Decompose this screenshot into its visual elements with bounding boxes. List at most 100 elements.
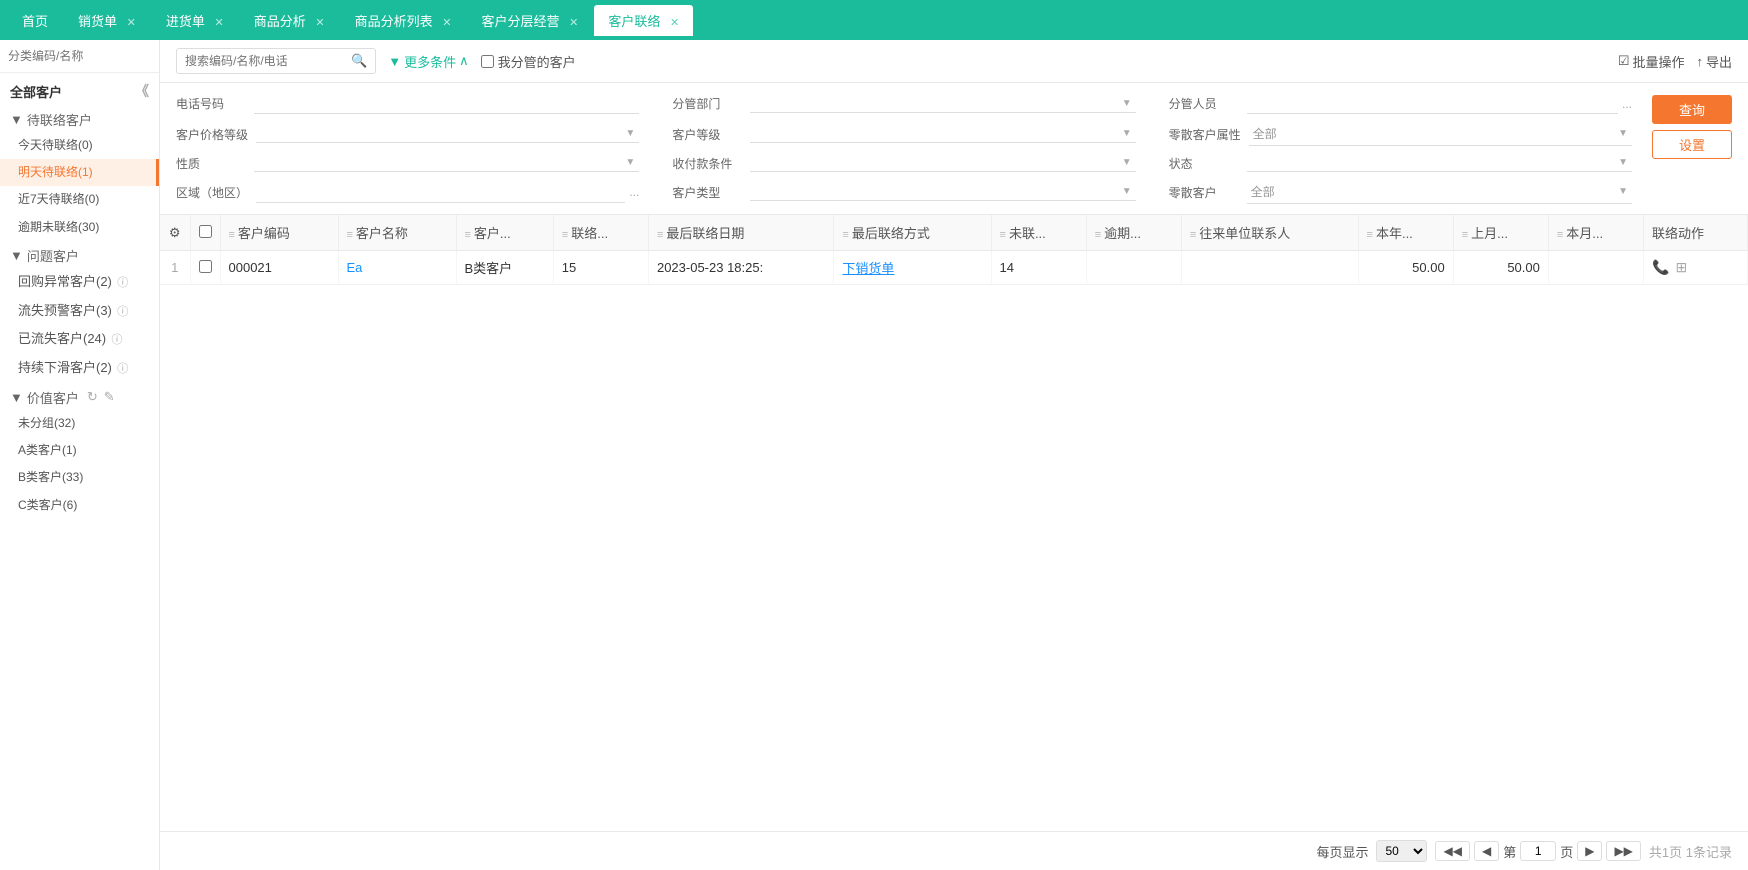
row-checkbox-cell[interactable] [190, 251, 220, 285]
phone-action-icon[interactable]: 📞 [1652, 259, 1669, 276]
group-pending-contact[interactable]: ▼ 待联络客户 [0, 105, 159, 132]
close-customer-contact-tab[interactable]: ✕ [670, 17, 679, 29]
close-product-analysis-list-tab[interactable]: ✕ [442, 17, 451, 29]
close-customer-tier-tab[interactable]: ✕ [569, 17, 578, 29]
sidebar-item-tomorrow-pending[interactable]: 明天待联络(1) [0, 159, 159, 186]
main-layout: 🔍 全部客户 《 ▼ 待联络客户 今天待联络(0) 明天待联络(1) 近7天待联… [0, 40, 1748, 870]
filter-customer-type: 客户类型 ▼ [672, 183, 1135, 201]
nav-customer-contact[interactable]: 客户联络 ✕ [594, 5, 693, 36]
last-page-button[interactable]: ▶▶ [1606, 841, 1640, 861]
col-last-method[interactable]: ≡最后联络方式 [834, 215, 991, 251]
row-overdue [1086, 251, 1181, 285]
phone-input[interactable] [254, 93, 639, 114]
col-contact-count[interactable]: ≡联络... [553, 215, 648, 251]
payment-select[interactable]: ▼ [750, 154, 1135, 172]
sidebar-item-today-pending[interactable]: 今天待联络(0) [0, 132, 159, 159]
retail-attr-select[interactable]: 全部 ▼ [1249, 122, 1632, 146]
sidebar-search-input[interactable] [8, 49, 160, 63]
filter-region: 区域（地区） ... [176, 182, 639, 203]
close-sales-tab[interactable]: ✕ [127, 17, 136, 29]
col-unit-contact[interactable]: ≡往来单位联系人 [1181, 215, 1358, 251]
group-value-customers[interactable]: ▼ 价值客户 ↻ ✎ [0, 383, 159, 410]
row-name[interactable]: Ea [338, 251, 456, 285]
edit-icon-value[interactable]: ✎ [104, 389, 115, 405]
search-icon-main[interactable]: 🔍 [351, 53, 367, 69]
retail-attr-label: 零散客户属性 [1169, 126, 1241, 143]
page-number-input[interactable] [1520, 841, 1556, 861]
customer-type-select[interactable]: ▼ [750, 183, 1135, 201]
sidebar-item-type-c[interactable]: C类客户(6) [0, 492, 159, 519]
col-no-contact[interactable]: ≡未联... [991, 215, 1086, 251]
close-purchase-tab[interactable]: ✕ [215, 17, 224, 29]
first-page-button[interactable]: ◀◀ [1435, 841, 1469, 861]
grid-action-icon[interactable]: ⊞ [1675, 259, 1687, 276]
batch-operation-button[interactable]: ☑ 批量操作 [1618, 52, 1685, 71]
sidebar-item-churned[interactable]: 已流失客户(24) ⓘ [0, 325, 159, 354]
col-name[interactable]: ≡客户名称 [338, 215, 456, 251]
customer-tier-select[interactable]: ▼ [750, 125, 1135, 143]
nav-customer-tier[interactable]: 客户分层经营 ✕ [467, 5, 592, 36]
nav-sales[interactable]: 销货单 ✕ [64, 5, 150, 36]
manager-dots-icon[interactable]: ... [1622, 97, 1632, 111]
col-type[interactable]: ≡客户... [456, 215, 553, 251]
region-dots-icon[interactable]: ... [629, 185, 639, 199]
payment-arrow-icon: ▼ [1122, 157, 1132, 168]
prev-page-button[interactable]: ◀ [1474, 841, 1499, 861]
sidebar-item-overdue[interactable]: 逾期未联络(30) [0, 214, 159, 241]
query-button[interactable]: 查询 [1652, 95, 1732, 124]
nav-product-analysis-list[interactable]: 商品分析列表 ✕ [341, 5, 466, 36]
nav-product-analysis[interactable]: 商品分析 ✕ [240, 5, 339, 36]
sidebar-item-week-pending[interactable]: 近7天待联络(0) [0, 186, 159, 213]
row-last-method[interactable]: 下销货单 [834, 251, 991, 285]
region-input[interactable] [256, 182, 625, 203]
next-page-button[interactable]: ▶ [1577, 841, 1602, 861]
retail-customer-select[interactable]: 全部 ▼ [1247, 180, 1632, 204]
row-checkbox[interactable] [199, 260, 212, 273]
status-select[interactable]: ▼ [1247, 154, 1632, 172]
sidebar-item-type-b[interactable]: B类客户(33) [0, 464, 159, 491]
col-this-month[interactable]: ≡本月... [1548, 215, 1643, 251]
manager-label: 分管人员 [1169, 95, 1239, 112]
nav-purchase[interactable]: 进货单 ✕ [152, 5, 238, 36]
filter-icon: ▼ [388, 54, 401, 69]
collapse-icon[interactable]: 《 [135, 81, 149, 101]
col-last-date[interactable]: ≡最后联络日期 [648, 215, 833, 251]
nature-select[interactable]: ▼ [254, 154, 639, 172]
my-customers-check[interactable] [481, 55, 494, 68]
sidebar-item-ungrouped[interactable]: 未分组(32) [0, 410, 159, 437]
sidebar-item-churn-warning[interactable]: 流失预警客户(3) ⓘ [0, 297, 159, 326]
col-last-month[interactable]: ≡上月... [1453, 215, 1548, 251]
sidebar-search-area: 🔍 [0, 40, 159, 73]
select-all-checkbox[interactable] [199, 225, 212, 238]
my-customers-checkbox[interactable]: 我分管的客户 [481, 52, 576, 71]
col-settings[interactable]: ⚙ [160, 215, 190, 251]
nav-home[interactable]: 首页 [8, 5, 62, 36]
manager-input[interactable] [1247, 93, 1618, 114]
chevron-down-icon: ∧ [459, 53, 469, 69]
refresh-icon-value[interactable]: ↻ [87, 389, 98, 405]
check-square-icon: ☑ [1618, 53, 1630, 69]
col-overdue[interactable]: ≡逾期... [1086, 215, 1181, 251]
col-checkbox[interactable] [190, 215, 220, 251]
sidebar-item-declining[interactable]: 持续下滑客户(2) ⓘ [0, 354, 159, 383]
row-last-date: 2023-05-23 18:25: [648, 251, 833, 285]
sidebar-item-type-a[interactable]: A类客户(1) [0, 437, 159, 464]
page-word: 第 [1503, 842, 1516, 861]
filter-price-tier: 客户价格等级 ▼ [176, 125, 639, 143]
more-conditions-button[interactable]: ▼ 更多条件 ∧ [388, 52, 468, 71]
group-problem-customers[interactable]: ▼ 问题客户 [0, 241, 159, 268]
page-size-select[interactable]: 50 10 20 100 [1376, 840, 1427, 862]
retail-attr-arrow-icon: ▼ [1618, 128, 1628, 139]
main-search-input[interactable] [185, 54, 345, 68]
price-tier-select[interactable]: ▼ [256, 125, 639, 143]
filter-row-4: 区域（地区） ... 客户类型 ▼ [176, 180, 1632, 204]
col-this-year[interactable]: ≡本年... [1358, 215, 1453, 251]
settings-button[interactable]: 设置 [1652, 130, 1732, 159]
close-product-analysis-tab[interactable]: ✕ [315, 17, 324, 29]
col-code[interactable]: ≡客户编码 [220, 215, 338, 251]
region-label: 区域（地区） [176, 184, 248, 201]
filter-customer-tier: 客户等级 ▼ [672, 125, 1135, 143]
sidebar-item-repurchase-abnormal[interactable]: 回购异常客户(2) ⓘ [0, 268, 159, 297]
export-button[interactable]: ↑ 导出 [1696, 52, 1732, 71]
dept-select[interactable]: ▼ [750, 95, 1135, 113]
